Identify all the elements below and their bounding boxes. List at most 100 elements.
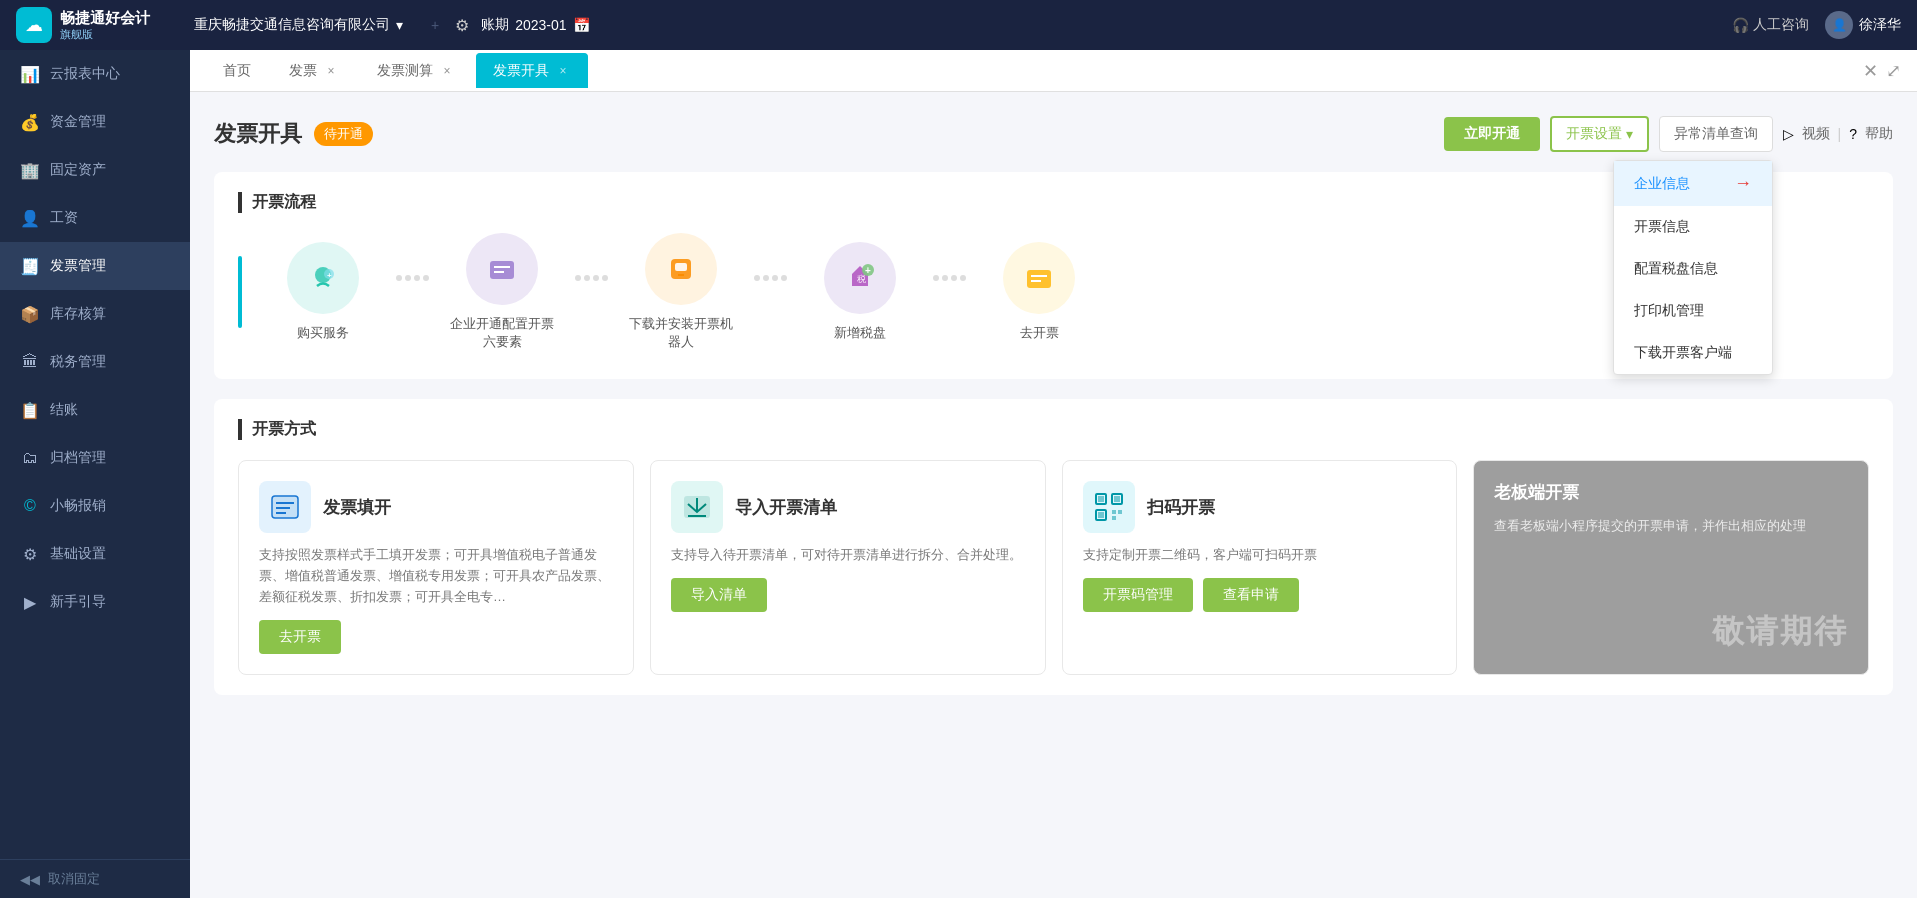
connector4 xyxy=(933,275,966,309)
boss-header: 老板端开票 xyxy=(1494,481,1848,504)
app-name: 畅捷通好会计 xyxy=(60,9,150,27)
tab-cesuan-label: 发票测算 xyxy=(377,62,433,80)
separator: | xyxy=(1838,126,1842,142)
company-selector[interactable]: 重庆畅捷交通信息咨询有限公司 ▾ xyxy=(182,10,415,40)
tab-bar: 首页 发票 × 发票测算 × 发票开具 × ✕ ⤢ xyxy=(190,50,1917,92)
fill-title: 发票填开 xyxy=(323,496,391,519)
fapiao-icon: 🧾 xyxy=(20,256,40,276)
status-badge: 待开通 xyxy=(314,122,373,146)
gongzi-icon: 👤 xyxy=(20,208,40,228)
sidebar-item-gongzi[interactable]: 👤 工资 xyxy=(0,194,190,242)
guidang-icon: 🗂 xyxy=(20,448,40,468)
sidebar-scroll: 📊 云报表中心 💰 资金管理 🏢 固定资产 👤 工资 🧾 发票管理 xyxy=(0,50,190,859)
step2-icon xyxy=(466,233,538,305)
page-title: 发票开具 xyxy=(214,119,302,149)
tab-fapiao-cesuan[interactable]: 发票测算 × xyxy=(360,53,472,88)
svg-rect-28 xyxy=(1114,496,1120,502)
sidebar-item-label: 库存核算 xyxy=(50,305,106,323)
connector1 xyxy=(396,275,429,309)
sidebar-item-label: 结账 xyxy=(50,401,78,419)
svg-rect-13 xyxy=(1027,270,1051,288)
sidebar-item-gudingzichan[interactable]: 🏢 固定资产 xyxy=(0,146,190,194)
jiezhang-icon: 📋 xyxy=(20,400,40,420)
help-area: ▷ 视频 | ? 帮助 xyxy=(1783,125,1893,143)
calendar-icon[interactable]: 📅 xyxy=(573,17,590,33)
abnormal-list-button[interactable]: 异常清单查询 xyxy=(1659,116,1773,152)
sidebar-item-label: 发票管理 xyxy=(50,257,106,275)
billing-methods-title: 开票方式 xyxy=(238,419,1869,440)
fill-btn[interactable]: 去开票 xyxy=(259,620,341,654)
settings-dropdown-button[interactable]: 开票设置 ▾ xyxy=(1550,116,1649,152)
scan-btn2[interactable]: 查看申请 xyxy=(1203,578,1299,612)
flow-accent-line xyxy=(238,256,242,328)
tab-cesuan-close[interactable]: × xyxy=(439,63,455,79)
sidebar-item-jichushezhi[interactable]: ⚙ 基础设置 xyxy=(0,530,190,578)
dropdown-qiye-label: 企业信息 xyxy=(1634,175,1690,193)
settings-dropdown-menu: 企业信息 → 开票信息 配置税盘信息 打印机管理 xyxy=(1613,160,1773,375)
user-name: 徐泽华 xyxy=(1859,16,1901,34)
xiaochang-icon: © xyxy=(20,496,40,516)
consulting-btn[interactable]: 🎧 人工咨询 xyxy=(1732,16,1809,34)
step3-icon xyxy=(645,233,717,305)
dropdown-dayinji[interactable]: 打印机管理 xyxy=(1614,290,1772,332)
jichushezhi-icon: ⚙ xyxy=(20,544,40,564)
process-step-2: 企业开通配置开票六要素 xyxy=(437,233,567,351)
sidebar-item-zijin[interactable]: 💰 资金管理 xyxy=(0,98,190,146)
sidebar-item-label: 基础设置 xyxy=(50,545,106,563)
sidebar-item-shuiwu[interactable]: 🏛 税务管理 xyxy=(0,338,190,386)
help-label[interactable]: 帮助 xyxy=(1865,125,1893,143)
sidebar-item-xinshouyindao[interactable]: ▶ 新手引导 xyxy=(0,578,190,626)
connector2 xyxy=(575,275,608,309)
video-label[interactable]: 视频 xyxy=(1802,125,1830,143)
period-label: 账期 xyxy=(481,16,509,34)
fill-icon xyxy=(259,481,311,533)
sidebar-item-jiezhang[interactable]: 📋 结账 xyxy=(0,386,190,434)
svg-text:+: + xyxy=(327,271,332,280)
arrow-icon: → xyxy=(1734,173,1752,194)
sidebar-item-label: 云报表中心 xyxy=(50,65,120,83)
step4-label: 新增税盘 xyxy=(834,324,886,342)
sidebar-item-label: 工资 xyxy=(50,209,78,227)
tab-fapiao[interactable]: 发票 × xyxy=(272,53,356,88)
dropdown-kaipiao[interactable]: 开票信息 xyxy=(1614,206,1772,248)
tab-fapiao-close[interactable]: × xyxy=(323,63,339,79)
import-header: 导入开票清单 xyxy=(671,481,1025,533)
user-info[interactable]: 👤 徐泽华 xyxy=(1825,11,1901,39)
expand-icon[interactable]: ⤢ xyxy=(1886,60,1901,82)
dropdown-xiazai-label: 下载开票客户端 xyxy=(1634,344,1732,362)
dropdown-dayinji-label: 打印机管理 xyxy=(1634,302,1704,320)
sidebar-item-guidang[interactable]: 🗂 归档管理 xyxy=(0,434,190,482)
sidebar-item-xiaochang[interactable]: © 小畅报销 xyxy=(0,482,190,530)
dropdown-qiye[interactable]: 企业信息 → xyxy=(1614,161,1772,206)
boss-title: 老板端开票 xyxy=(1494,481,1579,504)
dropdown-xiazai[interactable]: 下载开票客户端 xyxy=(1614,332,1772,374)
sidebar-item-label: 固定资产 xyxy=(50,161,106,179)
tab-home-label: 首页 xyxy=(223,62,251,80)
tab-fapiao-kaiju[interactable]: 发票开具 × xyxy=(476,53,588,88)
tab-kaiju-close[interactable]: × xyxy=(555,63,571,79)
close-window-icon[interactable]: ✕ xyxy=(1863,60,1878,82)
import-btn[interactable]: 导入清单 xyxy=(671,578,767,612)
settings-icon[interactable]: ⚙ xyxy=(455,16,469,35)
divider1: + xyxy=(431,17,439,33)
sidebar-item-kucun[interactable]: 📦 库存核算 xyxy=(0,290,190,338)
xinshouyindao-icon: ▶ xyxy=(20,592,40,612)
import-desc: 支持导入待开票清单，可对待开票清单进行拆分、合并处理。 xyxy=(671,545,1025,566)
scan-btn1[interactable]: 开票码管理 xyxy=(1083,578,1193,612)
tab-home[interactable]: 首页 xyxy=(206,53,268,88)
sidebar: 📊 云报表中心 💰 资金管理 🏢 固定资产 👤 工资 🧾 发票管理 xyxy=(0,50,190,898)
page-title-area: 发票开具 待开通 xyxy=(214,119,373,149)
logo-icon: ☁ xyxy=(16,7,52,43)
logo-text-area: 畅捷通好会计 旗舰版 xyxy=(60,9,150,42)
sidebar-item-label: 新手引导 xyxy=(50,593,106,611)
dropdown-kaipiao-label: 开票信息 xyxy=(1634,218,1690,236)
sidebar-item-fapiao[interactable]: 🧾 发票管理 xyxy=(0,242,190,290)
activate-button[interactable]: 立即开通 xyxy=(1444,117,1540,151)
sidebar-pin-toggle[interactable]: ◀◀ 取消固定 xyxy=(0,859,190,898)
dropdown-peizhi[interactable]: 配置税盘信息 xyxy=(1614,248,1772,290)
sidebar-item-yunbao[interactable]: 📊 云报表中心 xyxy=(0,50,190,98)
settings-btn-label: 开票设置 xyxy=(1566,125,1622,143)
process-step-5: 去开票 xyxy=(974,242,1104,342)
import-title: 导入开票清单 xyxy=(735,496,837,519)
consulting-label: 人工咨询 xyxy=(1753,16,1809,34)
